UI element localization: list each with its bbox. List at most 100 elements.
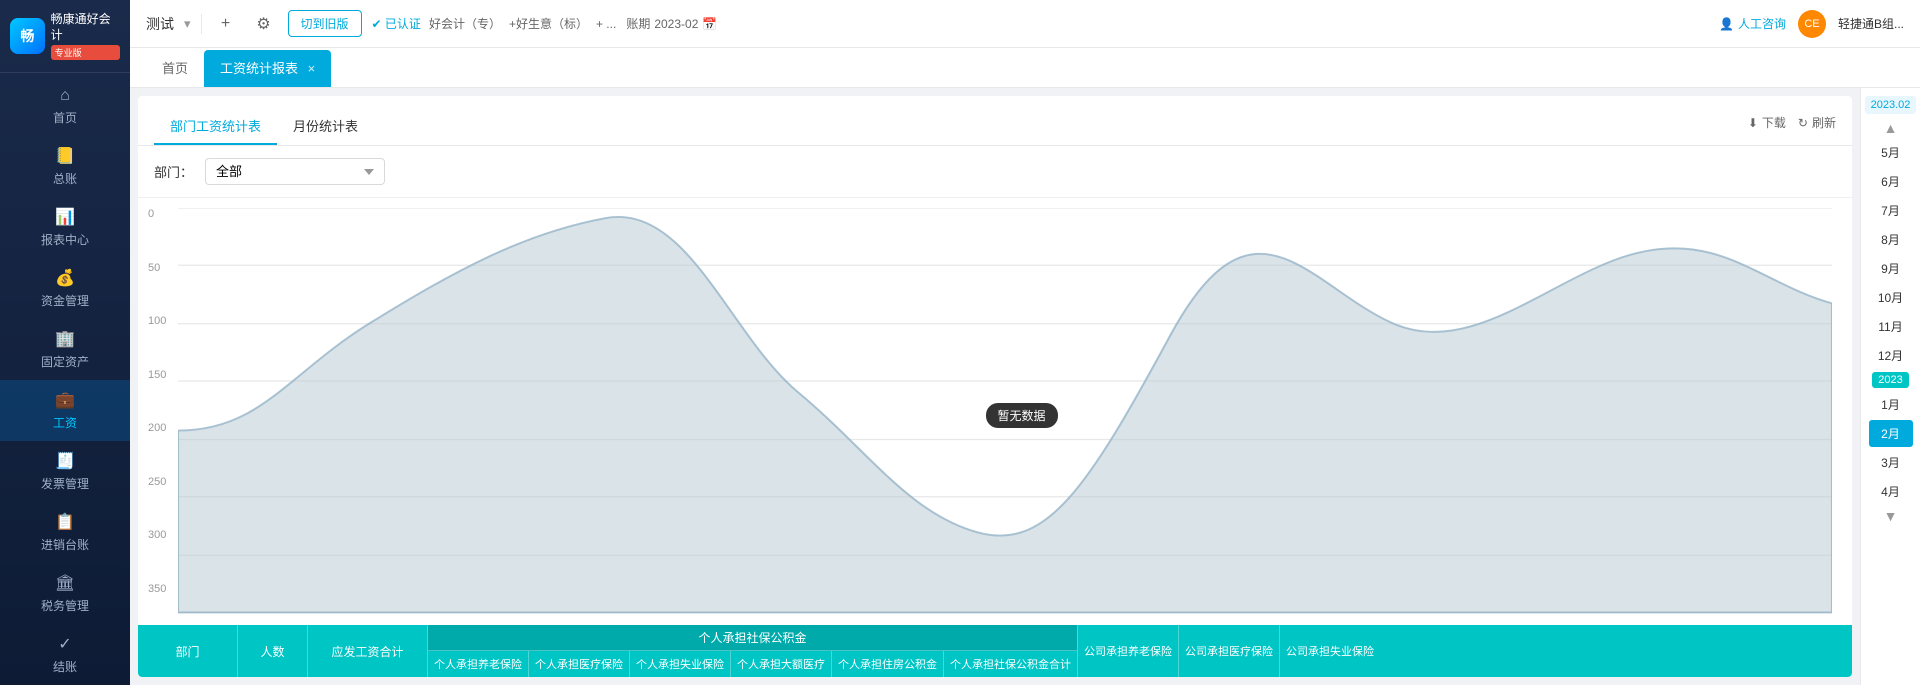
company-dropdown-icon[interactable]: ▾: [184, 16, 191, 32]
y-label-50: 50: [148, 262, 166, 274]
y-label-0: 0: [148, 208, 166, 220]
sidebar-item-asset[interactable]: 🏢 固定资产: [0, 319, 130, 380]
sidebar-item-label: 结账: [53, 658, 77, 675]
sub-pension: 个人承担养老保险: [428, 651, 529, 677]
date-nav-up[interactable]: ▲: [1884, 120, 1898, 136]
y-label-250: 250: [148, 476, 166, 488]
calendar-icon[interactable]: 📅: [702, 17, 717, 31]
personal-insurance-group: 个人承担社保公积金 个人承担养老保险 个人承担医疗保险 个人承担失业保险: [428, 625, 1078, 677]
service-icon: 👤: [1719, 17, 1734, 31]
month-7[interactable]: 7月: [1869, 197, 1913, 224]
month-8[interactable]: 8月: [1869, 226, 1913, 253]
month-3[interactable]: 3月: [1869, 449, 1913, 476]
switch-old-btn[interactable]: 切到旧版: [288, 10, 362, 37]
tab-home[interactable]: 首页: [146, 50, 204, 87]
logo-badge: 专业版: [51, 45, 120, 60]
month-4[interactable]: 4月: [1869, 478, 1913, 505]
period-value: 2023-02: [654, 17, 698, 31]
sidebar-item-home[interactable]: ⌂ 首页: [0, 77, 130, 136]
month-6[interactable]: 6月: [1869, 168, 1913, 195]
col-salary-label: 应发工资合计: [331, 643, 403, 660]
logo-area: 畅 畅康通好会计 专业版: [0, 0, 130, 73]
company-unemployment: 公司承担失业保险: [1280, 625, 1380, 677]
tabs-bar: 首页 工资统计报表 ×: [130, 48, 1920, 88]
sub-unemployment: 个人承担失业保险: [630, 651, 731, 677]
sidebar-item-fund[interactable]: 💰 资金管理: [0, 258, 130, 319]
tab-salary-report[interactable]: 工资统计报表 ×: [204, 50, 331, 87]
sidebar-item-close[interactable]: ✓ 结账: [0, 624, 130, 685]
settings-button[interactable]: ⚙: [250, 10, 278, 38]
download-icon: ⬇: [1748, 116, 1758, 130]
download-btn[interactable]: ⬇ 下载: [1748, 114, 1786, 131]
sidebar-item-label: 固定资产: [41, 353, 89, 370]
sidebar-item-sales[interactable]: 📋 进销台账: [0, 502, 130, 563]
sub-tabs-bar: 部门工资统计表 月份统计表 ⬇ 下载 ↻ 刷新: [138, 96, 1852, 146]
year-2023-label[interactable]: 2023: [1872, 372, 1908, 388]
sales-icon: 📋: [55, 512, 75, 532]
filter-row: 部门： 全部 销售部 财务部 人事部: [138, 146, 1852, 198]
month-2-active[interactable]: 2月: [1869, 420, 1913, 447]
service-label: 人工咨询: [1738, 15, 1786, 32]
current-date-label: 2023.02: [1865, 96, 1917, 114]
sub-tab-dept[interactable]: 部门工资统计表: [154, 108, 277, 145]
sidebar-item-label: 进销台账: [41, 536, 89, 553]
sub-tab-dept-label: 部门工资统计表: [170, 119, 261, 134]
tax-icon: 🏛: [55, 573, 75, 593]
sidebar-item-report[interactable]: 📊 报表中心: [0, 197, 130, 258]
refresh-btn[interactable]: ↻ 刷新: [1798, 114, 1836, 131]
sub-medical: 个人承担医疗保险: [529, 651, 630, 677]
month-5[interactable]: 5月: [1869, 139, 1913, 166]
refresh-icon: ↻: [1798, 116, 1808, 130]
content-area: 部门工资统计表 月份统计表 ⬇ 下载 ↻ 刷新: [130, 88, 1920, 685]
y-label-200: 200: [148, 422, 166, 434]
logo-text-area: 畅康通好会计 专业版: [51, 12, 120, 60]
col-dept: 部门: [138, 625, 238, 677]
dept-filter-select[interactable]: 全部 销售部 财务部 人事部: [205, 158, 385, 185]
good-biz-badge: +好生意（标）: [509, 15, 588, 32]
close-acct-icon: ✓: [58, 634, 71, 654]
sidebar-item-label: 总账: [53, 170, 77, 187]
service-btn[interactable]: 👤 人工咨询: [1719, 15, 1786, 32]
page-panel: 部门工资统计表 月份统计表 ⬇ 下载 ↻ 刷新: [138, 96, 1852, 677]
add-button[interactable]: +: [212, 10, 240, 38]
user-name[interactable]: 轻捷通B组...: [1838, 15, 1904, 32]
topbar: 测试 ▾ + ⚙ 切到旧版 ✔ 已认证 好会计（专） +好生意（标） + ...…: [130, 0, 1920, 48]
month-1[interactable]: 1月: [1869, 391, 1913, 418]
chart-container: 暂无数据: [178, 208, 1832, 615]
sidebar-item-salary[interactable]: 💼 工资: [0, 380, 130, 441]
sidebar-item-tax[interactable]: 🏛 税务管理: [0, 563, 130, 624]
sidebar-item-label: 税务管理: [41, 597, 89, 614]
y-label-350: 350: [148, 583, 166, 595]
sub-tab-month[interactable]: 月份统计表: [277, 108, 374, 145]
tab-close-icon[interactable]: ×: [308, 61, 316, 76]
col-people-label: 人数: [260, 643, 284, 660]
sidebar-item-ledger[interactable]: 📒 总账: [0, 136, 130, 197]
y-axis: 350 300 250 200 150 100 50 0: [148, 208, 166, 595]
main-area: 测试 ▾ + ⚙ 切到旧版 ✔ 已认证 好会计（专） +好生意（标） + ...…: [130, 0, 1920, 685]
ledger-icon: 📒: [55, 146, 75, 166]
good-acct-badge: 好会计（专）: [429, 15, 501, 32]
fund-icon: 💰: [55, 268, 75, 288]
sidebar-item-label: 报表中心: [41, 231, 89, 248]
month-9[interactable]: 9月: [1869, 255, 1913, 282]
sub-total: 个人承担社保公积金合计: [944, 651, 1077, 677]
sidebar-item-invoice[interactable]: 🧾 发票管理: [0, 441, 130, 502]
salary-icon: 💼: [55, 390, 75, 410]
date-panel: 2023.02 ▲ 5月 6月 7月 8月 9月 10月 11月 12月 202…: [1860, 88, 1920, 685]
sub-housing: 个人承担住房公积金: [832, 651, 944, 677]
sidebar-item-label: 资金管理: [41, 292, 89, 309]
sidebar-item-label: 工资: [53, 414, 77, 431]
sub-major-medical: 个人承担大额医疗: [731, 651, 832, 677]
download-label: 下载: [1762, 114, 1786, 131]
y-label-100: 100: [148, 315, 166, 327]
month-10[interactable]: 10月: [1869, 284, 1913, 311]
period-area: 账期 2023-02 📅: [626, 15, 717, 32]
month-12[interactable]: 12月: [1869, 342, 1913, 369]
col-dept-label: 部门: [175, 643, 199, 660]
date-nav-down[interactable]: ▼: [1884, 508, 1898, 524]
group-title: 个人承担社保公积金: [428, 625, 1077, 651]
sub-tab-month-label: 月份统计表: [293, 119, 358, 134]
y-label-300: 300: [148, 529, 166, 541]
month-11[interactable]: 11月: [1869, 313, 1913, 340]
more-badge: + ...: [596, 17, 616, 31]
